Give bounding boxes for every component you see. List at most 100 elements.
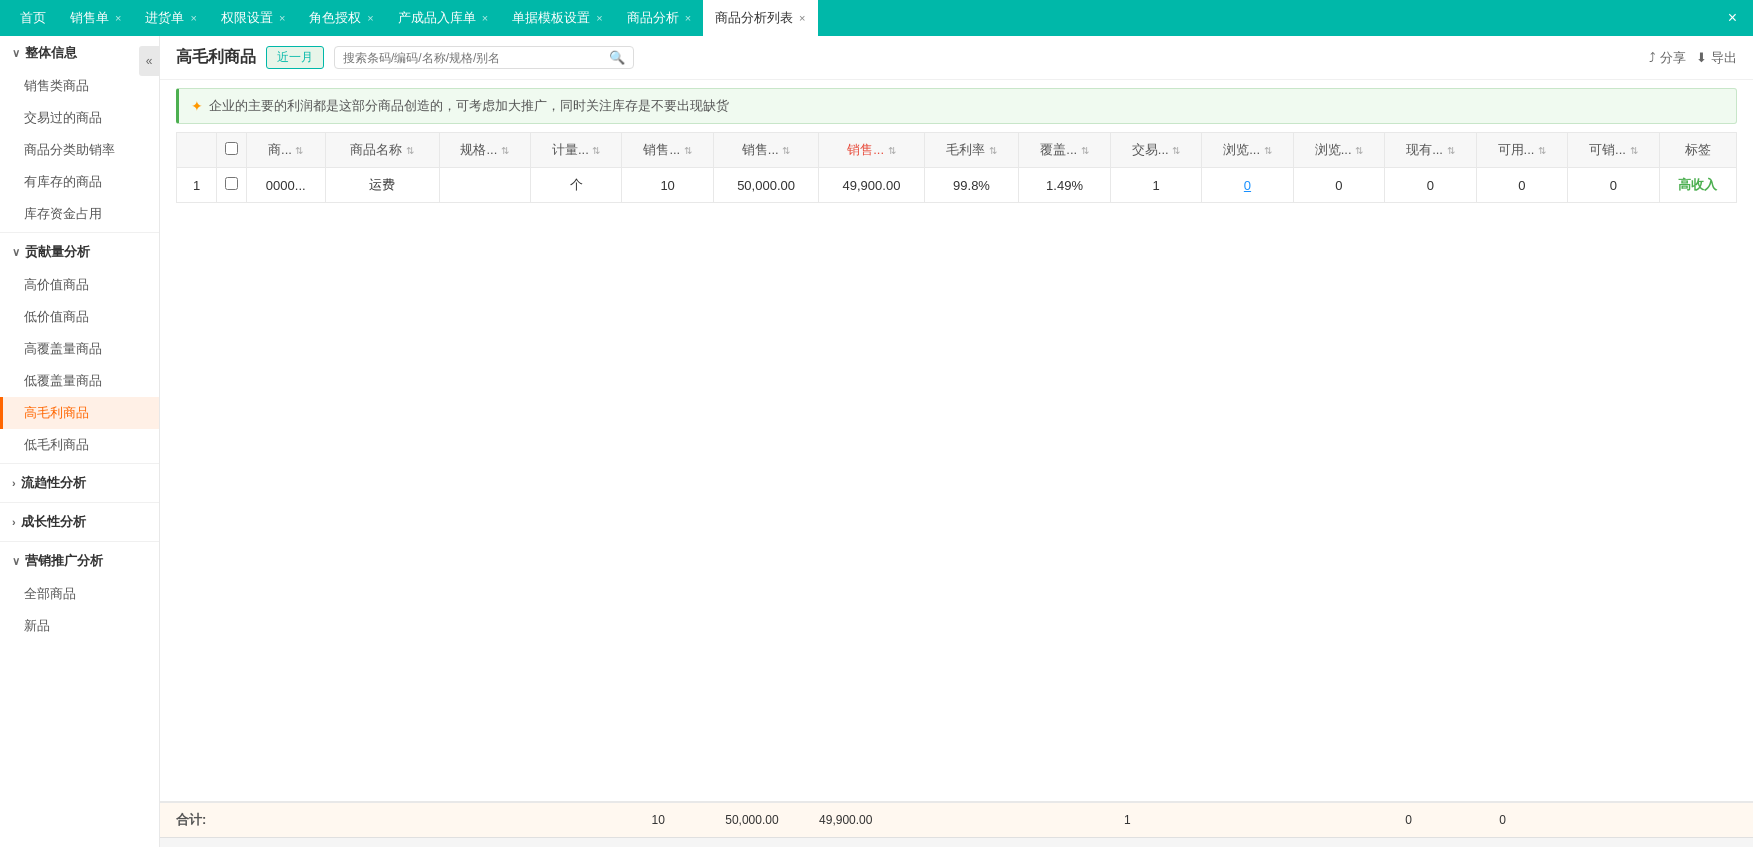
th-sales3[interactable]: 销售... ⇅ <box>819 133 924 168</box>
nav-sales[interactable]: 销售单 × <box>58 0 133 36</box>
footer-trade: 1 <box>1080 813 1174 827</box>
share-button[interactable]: ⤴ 分享 <box>1649 49 1686 67</box>
sidebar-group-trend[interactable]: › 流趋性分析 <box>0 466 159 500</box>
close-roles-tab[interactable]: × <box>367 12 373 24</box>
sidebar-item-all-goods[interactable]: 全部商品 <box>0 578 159 610</box>
header-actions: ⤴ 分享 ⬇ 导出 <box>1649 49 1737 67</box>
row-name: 运费 <box>325 168 439 203</box>
close-permissions-tab[interactable]: × <box>279 12 285 24</box>
close-template-tab[interactable]: × <box>596 12 602 24</box>
top-navigation: 首页 销售单 × 进货单 × 权限设置 × 角色授权 × 产成品入库单 × 单据… <box>0 0 1753 36</box>
arrow-icon: ∨ <box>12 47 20 60</box>
sidebar-group-marketing[interactable]: ∨ 营销推广分析 <box>0 544 159 578</box>
sidebar-item-sales-goods[interactable]: 销售类商品 <box>0 70 159 102</box>
sidebar-item-stock-capital[interactable]: 库存资金占用 <box>0 198 159 230</box>
th-browse2[interactable]: 浏览... ⇅ <box>1293 133 1384 168</box>
th-name[interactable]: 商品名称 ⇅ <box>325 133 439 168</box>
row-spec <box>439 168 530 203</box>
arrow-icon: ∨ <box>12 246 20 259</box>
nav-permissions[interactable]: 权限设置 × <box>209 0 297 36</box>
export-icon: ⬇ <box>1696 50 1707 65</box>
footer-total-row: 合计: 10 50,000.00 49,900.00 1 0 0 <box>160 801 1753 837</box>
th-code[interactable]: 商... ⇅ <box>247 133 326 168</box>
th-tag[interactable]: 标签 <box>1659 133 1737 168</box>
sort-icon: ⇅ <box>888 145 896 156</box>
th-sellable[interactable]: 可销... ⇅ <box>1568 133 1659 168</box>
nav-template[interactable]: 单据模板设置 × <box>500 0 614 36</box>
sidebar-item-stocked-goods[interactable]: 有库存的商品 <box>0 166 159 198</box>
row-browse1[interactable]: 0 <box>1202 168 1293 203</box>
time-filter-button[interactable]: 近一月 <box>266 46 324 69</box>
th-trade[interactable]: 交易... ⇅ <box>1110 133 1201 168</box>
nav-purchase[interactable]: 进货单 × <box>133 0 208 36</box>
search-box: 🔍 <box>334 46 634 69</box>
sidebar-item-high-coverage[interactable]: 高覆盖量商品 <box>0 333 159 365</box>
row-code[interactable]: 0000... <box>247 168 326 203</box>
close-sales-tab[interactable]: × <box>115 12 121 24</box>
footer-sales2: 50,000.00 <box>705 813 799 827</box>
th-sales1[interactable]: 销售... ⇅ <box>622 133 713 168</box>
sidebar-item-high-value[interactable]: 高价值商品 <box>0 269 159 301</box>
sidebar-group-contribution[interactable]: ∨ 贡献量分析 <box>0 235 159 269</box>
nav-product-analysis-list[interactable]: 商品分析列表 × <box>703 0 817 36</box>
footer-label: 合计: <box>176 811 236 829</box>
th-available[interactable]: 可用... ⇅ <box>1476 133 1567 168</box>
th-unit[interactable]: 计量... ⇅ <box>530 133 621 168</box>
th-coverage[interactable]: 覆盖... ⇅ <box>1019 133 1110 168</box>
main-layout: « ∨ 整体信息 销售类商品 交易过的商品 商品分类助销率 有库存的商品 库存资… <box>0 36 1753 847</box>
sort-icon: ⇅ <box>1538 145 1546 156</box>
nav-roles[interactable]: 角色授权 × <box>297 0 385 36</box>
sort-icon: ⇅ <box>989 145 997 156</box>
th-spec[interactable]: 规格... ⇅ <box>439 133 530 168</box>
close-purchase-tab[interactable]: × <box>190 12 196 24</box>
content-area: 高毛利商品 近一月 🔍 ⤴ 分享 ⬇ 导出 ✦ 企业的主要的利润都是这部分商品创… <box>160 36 1753 847</box>
th-browse1[interactable]: 浏览... ⇅ <box>1202 133 1293 168</box>
nav-home[interactable]: 首页 <box>8 0 58 36</box>
search-input[interactable] <box>343 51 605 65</box>
close-product-analysis-list-tab[interactable]: × <box>799 12 805 24</box>
arrow-collapsed-icon: › <box>12 516 16 528</box>
data-table: 商... ⇅ 商品名称 ⇅ 规格... ⇅ 计量... <box>176 132 1737 203</box>
th-current[interactable]: 现有... ⇅ <box>1385 133 1476 168</box>
nav-product-inbound[interactable]: 产成品入库单 × <box>386 0 500 36</box>
close-all-tabs[interactable]: × <box>1720 9 1745 27</box>
sidebar-item-new-goods[interactable]: 新品 <box>0 610 159 642</box>
row-available: 0 <box>1476 168 1567 203</box>
sidebar-item-low-coverage[interactable]: 低覆盖量商品 <box>0 365 159 397</box>
sidebar-item-high-margin[interactable]: 高毛利商品 <box>0 397 159 429</box>
export-button[interactable]: ⬇ 导出 <box>1696 49 1737 67</box>
close-product-inbound-tab[interactable]: × <box>482 12 488 24</box>
row-margin: 99.8% <box>924 168 1019 203</box>
sort-icon: ⇅ <box>501 145 509 156</box>
row-sales3: 49,900.00 <box>819 168 924 203</box>
footer-current: 0 <box>1362 813 1456 827</box>
sidebar-item-low-value[interactable]: 低价值商品 <box>0 301 159 333</box>
th-checkbox <box>217 133 247 168</box>
select-all-checkbox[interactable] <box>225 142 238 155</box>
th-sales2[interactable]: 销售... ⇅ <box>713 133 818 168</box>
th-num <box>177 133 217 168</box>
sort-icon: ⇅ <box>406 145 414 156</box>
nav-product-analysis[interactable]: 商品分析 × <box>615 0 703 36</box>
bottom-scrollbar[interactable] <box>160 837 1753 847</box>
close-product-analysis-tab[interactable]: × <box>685 12 691 24</box>
sort-icon: ⇅ <box>1172 145 1180 156</box>
row-checkbox-input[interactable] <box>225 177 238 190</box>
sidebar-item-low-margin[interactable]: 低毛利商品 <box>0 429 159 461</box>
row-trade: 1 <box>1110 168 1201 203</box>
share-icon: ⤴ <box>1649 50 1656 65</box>
sort-icon: ⇅ <box>1081 145 1089 156</box>
th-margin[interactable]: 毛利率 ⇅ <box>924 133 1019 168</box>
row-sales2: 50,000.00 <box>713 168 818 203</box>
row-checkbox[interactable] <box>217 168 247 203</box>
info-banner: ✦ 企业的主要的利润都是这部分商品创造的，可考虑加大推广，同时关注库存是不要出现… <box>176 88 1737 124</box>
sort-icon: ⇅ <box>592 145 600 156</box>
search-icon[interactable]: 🔍 <box>609 50 625 65</box>
table-container[interactable]: 商... ⇅ 商品名称 ⇅ 规格... ⇅ 计量... <box>160 132 1753 801</box>
sidebar-group-overall[interactable]: ∨ 整体信息 <box>0 36 159 70</box>
sidebar-item-traded-goods[interactable]: 交易过的商品 <box>0 102 159 134</box>
sidebar-collapse-button[interactable]: « <box>139 46 159 76</box>
table-row: 1 0000... 运费 个 10 50,000.00 49,900.00 99… <box>177 168 1737 203</box>
sidebar-item-category-rate[interactable]: 商品分类助销率 <box>0 134 159 166</box>
sidebar-group-growth[interactable]: › 成长性分析 <box>0 505 159 539</box>
